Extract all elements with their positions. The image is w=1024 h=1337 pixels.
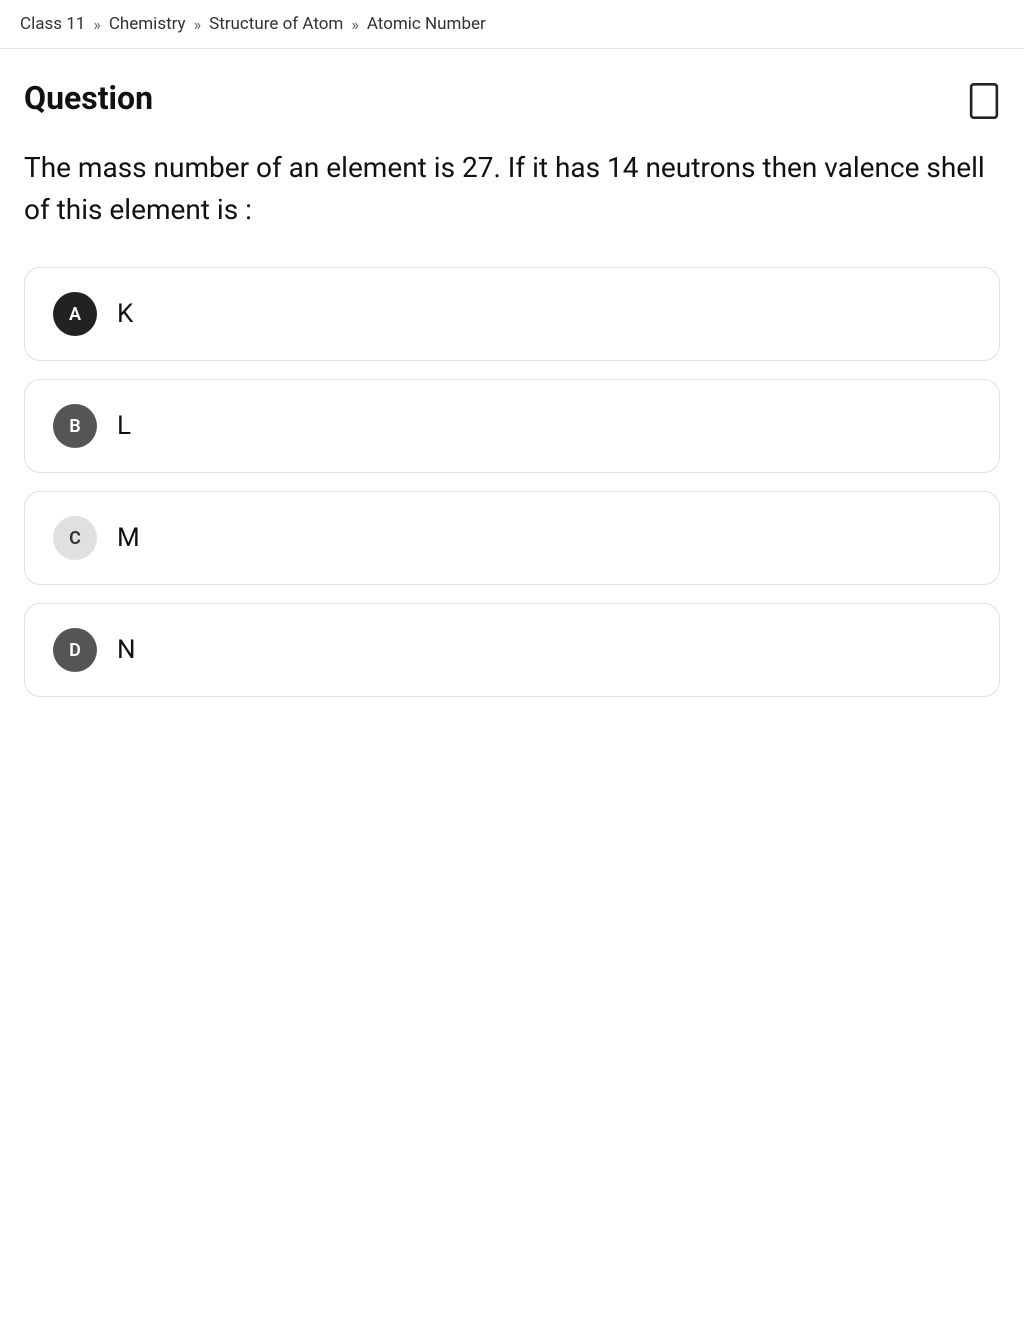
option-b-label: L [117,411,131,441]
question-header: Question [24,79,1000,119]
option-c-badge: C [53,516,97,560]
option-b[interactable]: B L [24,379,1000,473]
question-text: The mass number of an element is 27. If … [24,147,1000,231]
option-c-label: M [117,523,140,553]
option-a-label: K [117,299,133,329]
breadcrumb-sep-2: » [194,15,202,34]
breadcrumb: Class 11 » Chemistry » Structure of Atom… [0,0,1024,49]
breadcrumb-class11[interactable]: Class 11 [20,14,85,34]
option-b-badge: B [53,404,97,448]
option-a-badge: A [53,292,97,336]
breadcrumb-chemistry[interactable]: Chemistry [109,14,186,34]
option-a[interactable]: A K [24,267,1000,361]
main-content: Question The mass number of an element i… [0,49,1024,737]
option-d-badge: D [53,628,97,672]
breadcrumb-sep-1: » [93,15,101,34]
breadcrumb-atomic-number[interactable]: Atomic Number [367,14,486,34]
breadcrumb-sep-3: » [351,15,359,34]
question-title: Question [24,79,153,117]
options-container: A K B L C M D N [24,267,1000,697]
option-d-label: N [117,635,136,665]
bookmark-icon[interactable] [968,83,1000,119]
option-d[interactable]: D N [24,603,1000,697]
breadcrumb-structure-of-atom[interactable]: Structure of Atom [209,14,343,34]
option-c[interactable]: C M [24,491,1000,585]
